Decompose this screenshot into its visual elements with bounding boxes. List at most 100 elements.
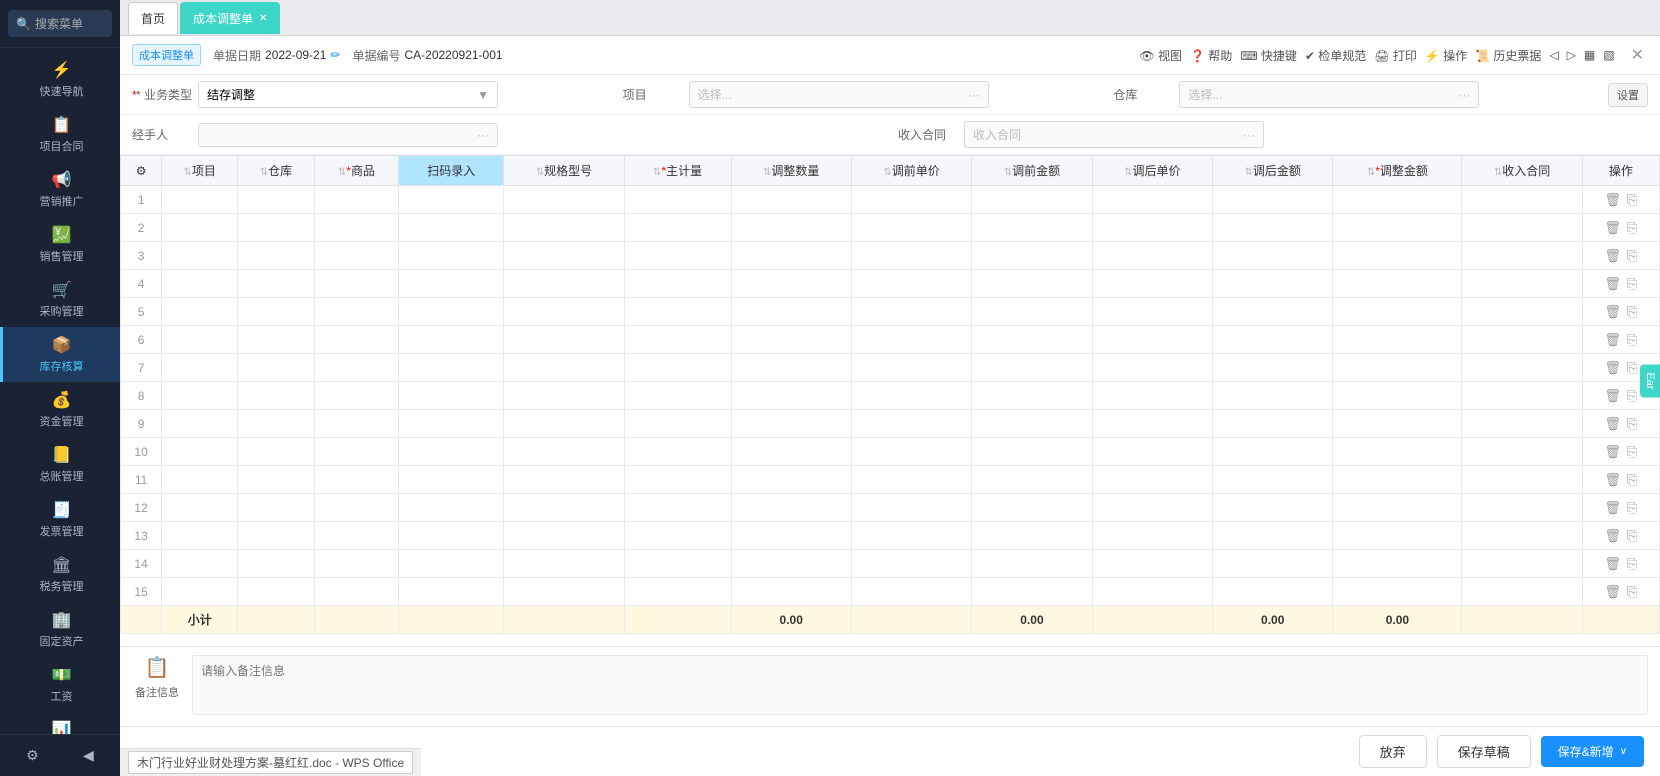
cell-row5-gear[interactable]: 5: [121, 298, 162, 326]
cell-row6-unit[interactable]: [624, 326, 731, 354]
cell-row9-post_amount[interactable]: [1213, 410, 1333, 438]
delete-icon-4[interactable]: 🗑: [1604, 276, 1621, 292]
cell-row2-project[interactable]: [162, 214, 238, 242]
doc-action-help[interactable]: ❓ 帮助: [1190, 47, 1232, 64]
copy-icon-11[interactable]: ⎘: [1627, 472, 1637, 488]
cell-row15-income_contract[interactable]: [1462, 578, 1582, 606]
cell-row7-gear[interactable]: 7: [121, 354, 162, 382]
cell-row13-adj_qty[interactable]: [731, 522, 851, 550]
close-button[interactable]: ✕: [1627, 45, 1648, 65]
settings-button[interactable]: 设置: [1608, 83, 1648, 107]
sort-icon-spec[interactable]: ⇅: [536, 167, 544, 178]
copy-icon-5[interactable]: ⎘: [1627, 304, 1637, 320]
cell-row5-project[interactable]: [162, 298, 238, 326]
cell-row13-action[interactable]: 🗑⎘: [1582, 522, 1659, 550]
cell-row10-post_price[interactable]: [1092, 438, 1212, 466]
cell-row6-pre_price[interactable]: [851, 326, 971, 354]
cell-row14-spec[interactable]: [504, 550, 624, 578]
sidebar-item-ledger[interactable]: 📒 总账管理: [0, 437, 120, 492]
cell-row4-adj_qty[interactable]: [731, 270, 851, 298]
doc-action-view[interactable]: 👁 视图: [1139, 47, 1182, 64]
cell-row14-post_price[interactable]: [1092, 550, 1212, 578]
cell-row1-post_price[interactable]: [1092, 186, 1212, 214]
cell-row12-gear[interactable]: 12: [121, 494, 162, 522]
cell-row7-adj_amount[interactable]: [1333, 354, 1462, 382]
cell-row7-pre_amount[interactable]: [972, 354, 1092, 382]
cell-row15-post_price[interactable]: [1092, 578, 1212, 606]
agent-input[interactable]: ···: [198, 123, 498, 147]
cell-row1-goods[interactable]: [314, 186, 399, 214]
cell-row6-gear[interactable]: 6: [121, 326, 162, 354]
cell-row11-gear[interactable]: 11: [121, 466, 162, 494]
cell-row11-scan[interactable]: [399, 466, 504, 494]
cell-row8-project[interactable]: [162, 382, 238, 410]
cell-row11-post_amount[interactable]: [1213, 466, 1333, 494]
copy-icon-3[interactable]: ⎘: [1627, 248, 1637, 264]
cell-row7-scan[interactable]: [399, 354, 504, 382]
sidebar-item-sales-promo[interactable]: 📢 营销推广: [0, 162, 120, 217]
cell-row6-spec[interactable]: [504, 326, 624, 354]
cell-row3-unit[interactable]: [624, 242, 731, 270]
col-header-adj_amount[interactable]: ⇅*调整金额: [1333, 156, 1462, 186]
doc-action-print[interactable]: 🖨 打印: [1374, 47, 1417, 64]
cell-row1-scan[interactable]: [399, 186, 504, 214]
cell-row10-gear[interactable]: 10: [121, 438, 162, 466]
cell-row7-warehouse[interactable]: [238, 354, 314, 382]
cell-row10-scan[interactable]: [399, 438, 504, 466]
sidebar-item-tax[interactable]: 🏛 税务管理: [0, 547, 120, 602]
doc-action-grid1[interactable]: ▦: [1584, 48, 1595, 62]
cell-row2-action[interactable]: 🗑⎘: [1582, 214, 1659, 242]
doc-action-grid2[interactable]: ▧: [1603, 48, 1614, 62]
copy-icon-2[interactable]: ⎘: [1627, 220, 1637, 236]
col-header-scan[interactable]: 扫码录入: [399, 156, 504, 186]
cell-row13-scan[interactable]: [399, 522, 504, 550]
cell-row1-adj_amount[interactable]: [1333, 186, 1462, 214]
notes-icon-area[interactable]: 📋 备注信息: [132, 655, 182, 700]
cell-row2-pre_amount[interactable]: [972, 214, 1092, 242]
cell-row12-warehouse[interactable]: [238, 494, 314, 522]
cell-row3-pre_price[interactable]: [851, 242, 971, 270]
cell-row9-warehouse[interactable]: [238, 410, 314, 438]
cell-row15-spec[interactable]: [504, 578, 624, 606]
collapse-icon[interactable]: ◀: [79, 743, 98, 768]
cell-row9-adj_qty[interactable]: [731, 410, 851, 438]
cell-row10-post_amount[interactable]: [1213, 438, 1333, 466]
sort-icon-income_contract[interactable]: ⇅: [1494, 167, 1502, 178]
copy-icon-9[interactable]: ⎘: [1627, 416, 1637, 432]
cell-row1-project[interactable]: [162, 186, 238, 214]
cell-row14-goods[interactable]: [314, 550, 399, 578]
col-header-pre_amount[interactable]: ⇅调前金额: [972, 156, 1092, 186]
cell-row8-adj_qty[interactable]: [731, 382, 851, 410]
cell-row10-action[interactable]: 🗑⎘: [1582, 438, 1659, 466]
delete-icon-7[interactable]: 🗑: [1604, 360, 1621, 376]
cell-row5-income_contract[interactable]: [1462, 298, 1582, 326]
cell-row8-unit[interactable]: [624, 382, 731, 410]
cell-row4-post_amount[interactable]: [1213, 270, 1333, 298]
cell-row8-spec[interactable]: [504, 382, 624, 410]
col-header-goods[interactable]: ⇅*商品: [314, 156, 399, 186]
cell-row9-pre_price[interactable]: [851, 410, 971, 438]
cell-row9-project[interactable]: [162, 410, 238, 438]
cell-row14-project[interactable]: [162, 550, 238, 578]
cell-row3-pre_amount[interactable]: [972, 242, 1092, 270]
cell-row12-action[interactable]: 🗑⎘: [1582, 494, 1659, 522]
cell-row10-warehouse[interactable]: [238, 438, 314, 466]
col-header-spec[interactable]: ⇅规格型号: [504, 156, 624, 186]
cell-row12-post_price[interactable]: [1092, 494, 1212, 522]
copy-icon-7[interactable]: ⎘: [1627, 360, 1637, 376]
cell-row3-income_contract[interactable]: [1462, 242, 1582, 270]
cell-row3-gear[interactable]: 3: [121, 242, 162, 270]
cell-row2-scan[interactable]: [399, 214, 504, 242]
sort-icon-warehouse[interactable]: ⇅: [260, 167, 268, 178]
cell-row10-income_contract[interactable]: [1462, 438, 1582, 466]
sidebar-item-purchase-mgmt[interactable]: 🛒 采购管理: [0, 272, 120, 327]
cell-row8-goods[interactable]: [314, 382, 399, 410]
cell-row11-post_price[interactable]: [1092, 466, 1212, 494]
cell-row6-scan[interactable]: [399, 326, 504, 354]
doc-action-prev[interactable]: ◁: [1549, 48, 1558, 62]
save-new-button[interactable]: 保存&新增 ∨: [1541, 736, 1644, 767]
sidebar-item-project-contract[interactable]: 📋 项目合同: [0, 107, 120, 162]
cell-row2-post_amount[interactable]: [1213, 214, 1333, 242]
copy-icon-13[interactable]: ⎘: [1627, 528, 1637, 544]
cell-row4-income_contract[interactable]: [1462, 270, 1582, 298]
